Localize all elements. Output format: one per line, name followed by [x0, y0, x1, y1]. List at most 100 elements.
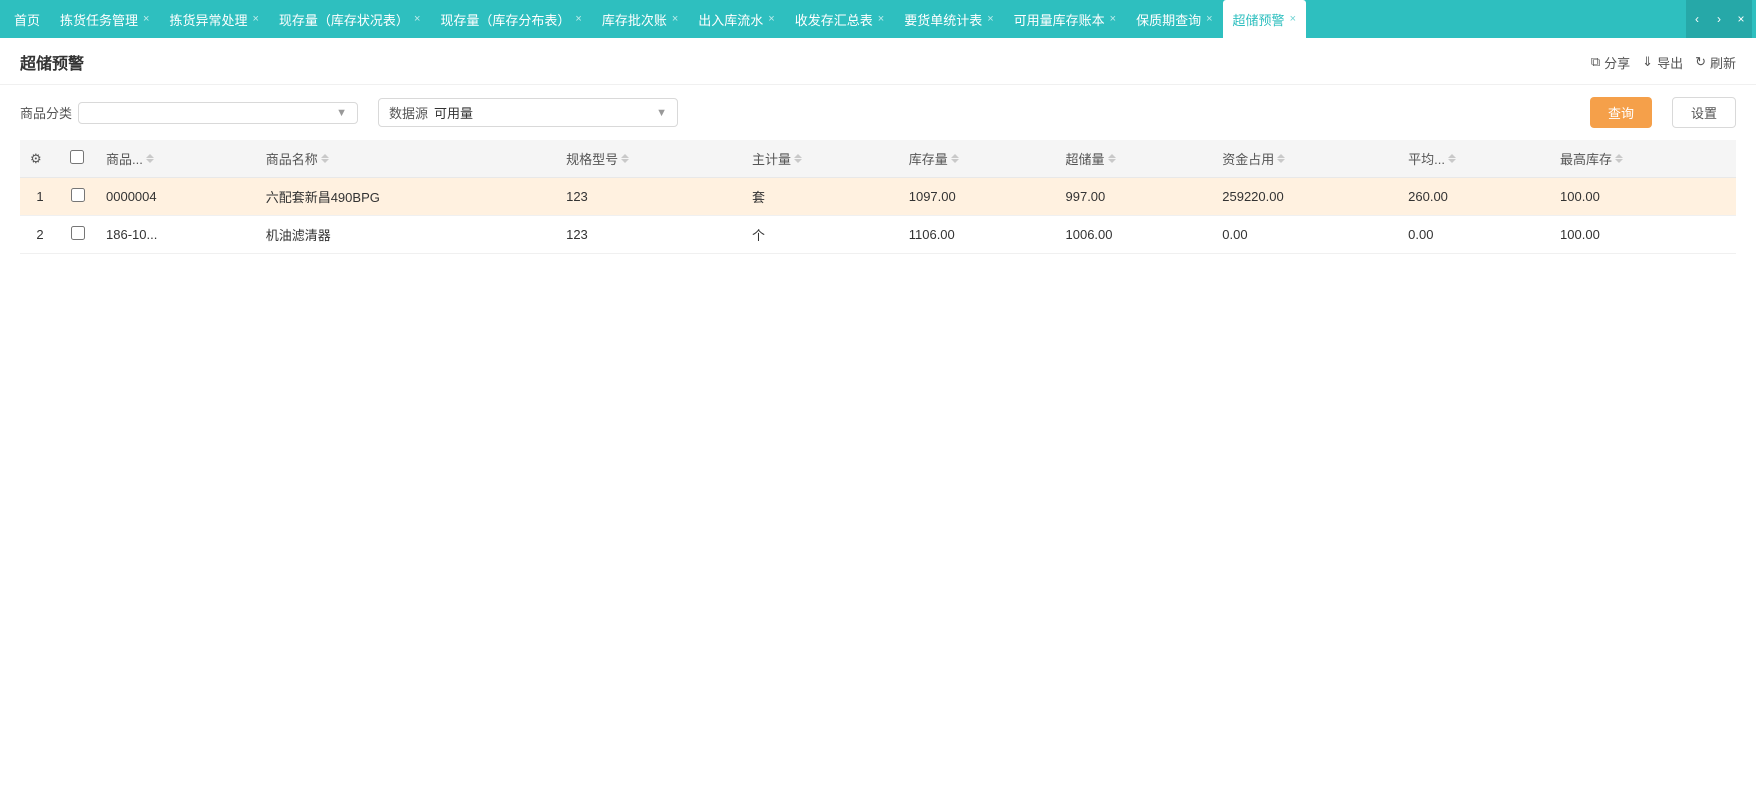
refresh-icon: ↻	[1695, 54, 1706, 70]
cell-capital: 0.00	[1212, 216, 1398, 254]
cell-overstock: 1006.00	[1056, 216, 1213, 254]
select-all-checkbox[interactable]	[70, 150, 84, 164]
page-title: 超储预警	[20, 50, 84, 74]
nav-item-home[interactable]: 首页	[4, 0, 50, 38]
nav-item-overstock-warning[interactable]: 超储预警 ×	[1223, 0, 1306, 38]
filter-bar: 商品分类 ▼ 数据源 可用量 ▼ 查询 设置	[0, 85, 1756, 140]
sort-sku-code-icon	[146, 154, 154, 163]
row-index: 1	[20, 178, 60, 216]
close-batch-account[interactable]: ×	[672, 13, 678, 25]
row-checkbox-cell[interactable]	[60, 178, 96, 216]
nav-item-inventory-status[interactable]: 现存量（库存状况表） ×	[269, 0, 430, 38]
cell-unit: 个	[742, 216, 899, 254]
share-icon: ⧉	[1591, 54, 1600, 70]
category-filter-group: 商品分类 ▼	[20, 102, 358, 124]
cell-spec: 123	[556, 178, 742, 216]
nav-item-inventory-dist[interactable]: 现存量（库存分布表） ×	[430, 0, 591, 38]
cell-unit: 套	[742, 178, 899, 216]
sort-avg-icon	[1448, 154, 1456, 163]
cell-max-stock: 100.00	[1550, 216, 1736, 254]
cell-spec: 123	[556, 216, 742, 254]
export-button[interactable]: ⇓ 导出	[1642, 53, 1683, 72]
nav-prev-button[interactable]: ‹	[1686, 0, 1708, 38]
category-select[interactable]: ▼	[78, 102, 358, 124]
share-button[interactable]: ⧉ 分享	[1591, 53, 1630, 72]
close-recv-send-summary[interactable]: ×	[878, 13, 884, 25]
close-overstock-warning[interactable]: ×	[1290, 13, 1296, 25]
table-header-row: ⚙ 商品... 商品名称	[20, 140, 1736, 178]
sort-max-stock-icon	[1615, 154, 1623, 163]
column-unit[interactable]: 主计量	[742, 140, 899, 178]
close-pick-exception[interactable]: ×	[252, 13, 258, 25]
cell-sku-code: 186-10...	[96, 216, 256, 254]
row-checkbox-cell[interactable]	[60, 216, 96, 254]
query-button[interactable]: 查询	[1590, 97, 1652, 128]
close-inventory-dist[interactable]: ×	[575, 13, 581, 25]
datasource-select-value: 可用量	[434, 103, 473, 122]
close-in-out-flow[interactable]: ×	[768, 13, 774, 25]
nav-item-batch-account[interactable]: 库存批次账 ×	[592, 0, 688, 38]
nav-next-button[interactable]: ›	[1708, 0, 1730, 38]
datasource-filter-label: 数据源	[389, 103, 428, 122]
cell-avg: 260.00	[1398, 178, 1550, 216]
sort-unit-icon	[794, 154, 802, 163]
column-capital[interactable]: 资金占用	[1212, 140, 1398, 178]
close-inventory-status[interactable]: ×	[414, 13, 420, 25]
nav-item-available-ledger[interactable]: 可用量库存账本 ×	[1004, 0, 1126, 38]
cell-max-stock: 100.00	[1550, 178, 1736, 216]
column-sku-name[interactable]: 商品名称	[256, 140, 556, 178]
cell-sku-code: 0000004	[96, 178, 256, 216]
column-select-all[interactable]	[60, 140, 96, 178]
category-dropdown-icon: ▼	[336, 107, 347, 119]
column-settings[interactable]: ⚙	[20, 140, 60, 178]
column-avg[interactable]: 平均...	[1398, 140, 1550, 178]
top-navigation: 首页 拣货任务管理 × 拣货异常处理 × 现存量（库存状况表） × 现存量（库存…	[0, 0, 1756, 38]
close-pick-task[interactable]: ×	[143, 13, 149, 25]
row-checkbox[interactable]	[71, 226, 85, 240]
column-overstock[interactable]: 超储量	[1056, 140, 1213, 178]
nav-item-expiry-query[interactable]: 保质期查询 ×	[1126, 0, 1222, 38]
cell-stock: 1097.00	[899, 178, 1056, 216]
sort-stock-icon	[951, 154, 959, 163]
category-filter-label: 商品分类	[20, 103, 72, 122]
table-row: 1 0000004 六配套新昌490BPG 123 套 1097.00 997.…	[20, 178, 1736, 216]
cell-capital: 259220.00	[1212, 178, 1398, 216]
cell-sku-name: 六配套新昌490BPG	[256, 178, 556, 216]
nav-item-pick-exception[interactable]: 拣货异常处理 ×	[159, 0, 268, 38]
cell-avg: 0.00	[1398, 216, 1550, 254]
nav-item-in-out-flow[interactable]: 出入库流水 ×	[688, 0, 784, 38]
close-expiry-query[interactable]: ×	[1206, 13, 1212, 25]
page-header: 超储预警 ⧉ 分享 ⇓ 导出 ↻ 刷新	[0, 38, 1756, 85]
nav-item-recv-send-summary[interactable]: 收发存汇总表 ×	[785, 0, 894, 38]
settings-button[interactable]: 设置	[1672, 97, 1736, 128]
nav-arrows: ‹ › ×	[1686, 0, 1752, 38]
datasource-select[interactable]: 数据源 可用量 ▼	[378, 98, 678, 127]
nav-close-button[interactable]: ×	[1730, 0, 1752, 38]
table-container: ⚙ 商品... 商品名称	[0, 140, 1756, 254]
gear-icon: ⚙	[30, 151, 42, 166]
close-available-ledger[interactable]: ×	[1110, 13, 1116, 25]
page-actions: ⧉ 分享 ⇓ 导出 ↻ 刷新	[1591, 53, 1736, 72]
datasource-filter-group: 数据源 可用量 ▼	[378, 98, 678, 127]
nav-item-order-stats[interactable]: 要货单统计表 ×	[894, 0, 1003, 38]
column-stock[interactable]: 库存量	[899, 140, 1056, 178]
close-order-stats[interactable]: ×	[987, 13, 993, 25]
sort-capital-icon	[1277, 154, 1285, 163]
table-row: 2 186-10... 机油滤清器 123 个 1106.00 1006.00 …	[20, 216, 1736, 254]
column-spec[interactable]: 规格型号	[556, 140, 742, 178]
row-index: 2	[20, 216, 60, 254]
datasource-dropdown-icon: ▼	[656, 107, 667, 119]
cell-overstock: 997.00	[1056, 178, 1213, 216]
column-max-stock[interactable]: 最高库存	[1550, 140, 1736, 178]
sort-spec-icon	[621, 154, 629, 163]
refresh-button[interactable]: ↻ 刷新	[1695, 53, 1736, 72]
export-icon: ⇓	[1642, 54, 1653, 70]
row-checkbox[interactable]	[71, 188, 85, 202]
column-sku-code[interactable]: 商品...	[96, 140, 256, 178]
sort-overstock-icon	[1108, 154, 1116, 163]
sort-sku-name-icon	[321, 154, 329, 163]
overstock-table: ⚙ 商品... 商品名称	[20, 140, 1736, 254]
nav-item-pick-task[interactable]: 拣货任务管理 ×	[50, 0, 159, 38]
cell-stock: 1106.00	[899, 216, 1056, 254]
cell-sku-name: 机油滤清器	[256, 216, 556, 254]
